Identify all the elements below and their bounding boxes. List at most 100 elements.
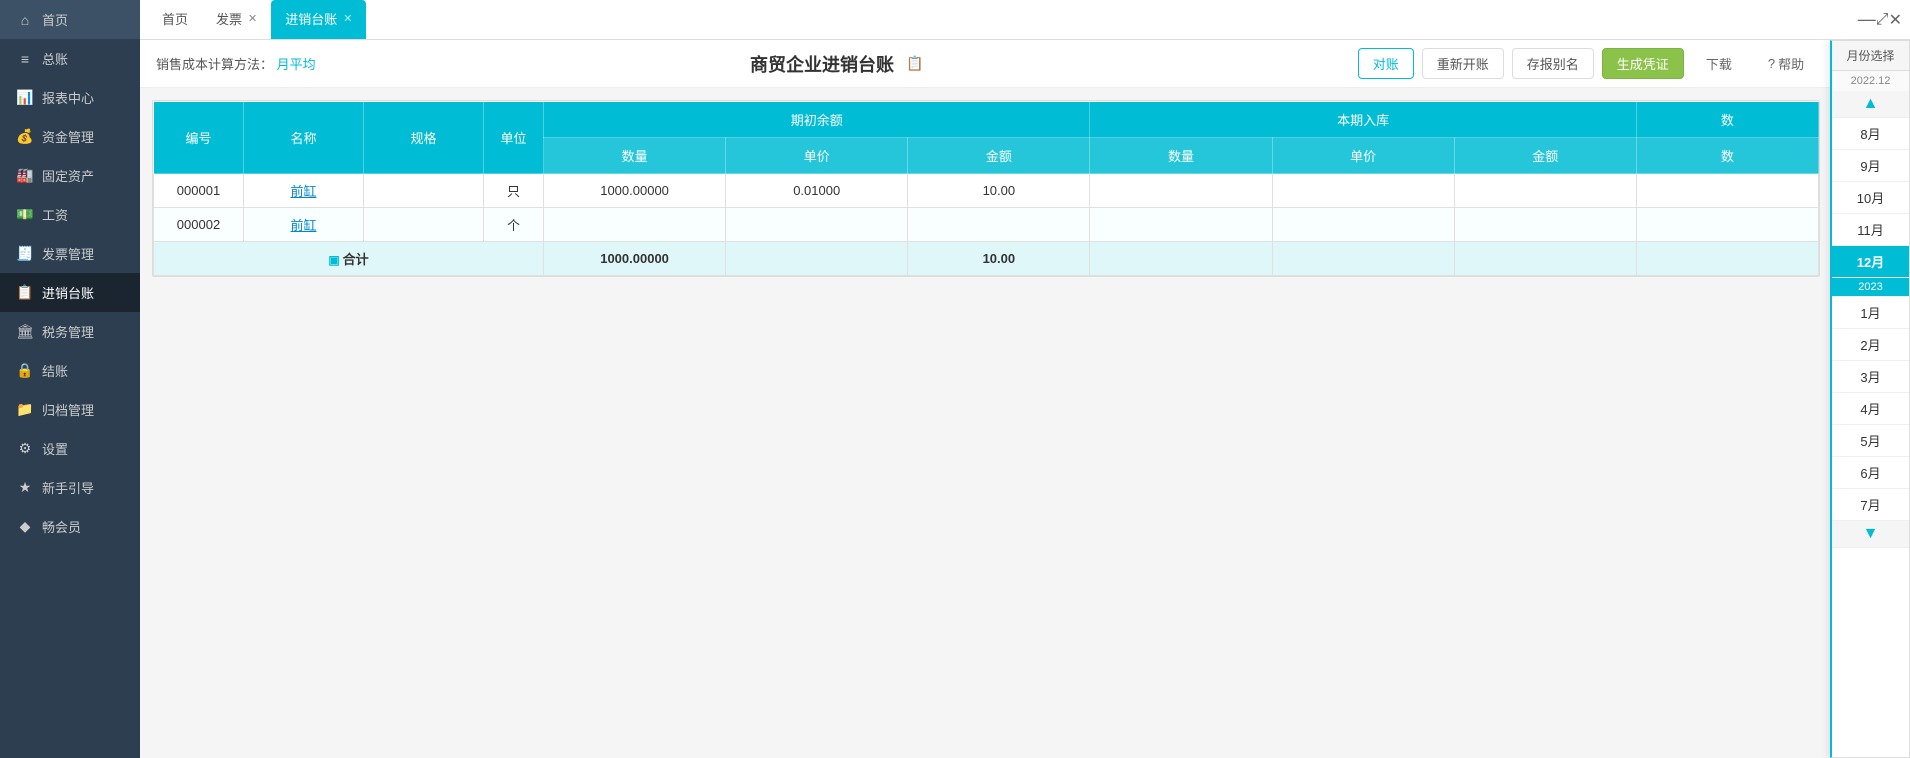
- cell-opening-price: [726, 208, 908, 242]
- download-button[interactable]: 下载: [1692, 49, 1746, 78]
- month-item-8[interactable]: 8月: [1832, 118, 1909, 150]
- sidebar-item-archive[interactable]: 📁 归档管理: [0, 390, 140, 429]
- sidebar-item-label: 归档管理: [42, 400, 94, 419]
- month-item-11[interactable]: 11月: [1832, 214, 1909, 246]
- page-header: 销售成本计算方法： 月平均 商贸企业进销台账 📋 对账 重新开账 存报别名 生成…: [140, 40, 1910, 88]
- month-item-2023-3[interactable]: 3月: [1832, 361, 1909, 393]
- sidebar-item-label: 资金管理: [42, 127, 94, 146]
- tab-invoice-close[interactable]: ✕: [248, 12, 257, 25]
- sidebar-item-assets[interactable]: 🏭 固定资产: [0, 156, 140, 195]
- month-item-2023-1[interactable]: 1月: [1832, 297, 1909, 329]
- content-area: 销售成本计算方法： 月平均 商贸企业进销台账 📋 对账 重新开账 存报别名 生成…: [140, 40, 1910, 758]
- sidebar-item-label: 报表中心: [42, 88, 94, 107]
- scroll-down-button[interactable]: ▼: [1832, 521, 1909, 548]
- col-unit: 单位: [484, 102, 544, 174]
- cost-method-value: 月平均: [277, 57, 316, 72]
- total-icon: ▣: [328, 253, 339, 267]
- sidebar-item-label: 总账: [42, 49, 68, 68]
- cell-unit: 只: [484, 174, 544, 208]
- tab-home[interactable]: 首页: [148, 0, 202, 39]
- minimize-button[interactable]: —: [1858, 9, 1876, 30]
- reopen-button[interactable]: 重新开账: [1422, 48, 1504, 79]
- col-name: 名称: [244, 102, 364, 174]
- sidebar-item-label: 结账: [42, 361, 68, 380]
- table-row: 000001 前缸 只 1000.00000 0.01000 10.00: [154, 174, 1819, 208]
- toolbar-buttons: 对账 重新开账 存报别名 生成凭证 下载 ? 帮助 ↻ 刷新: [1358, 48, 1894, 79]
- cell-name: 前缸: [244, 208, 364, 242]
- sidebar-item-ledger[interactable]: ≡ 总账: [0, 39, 140, 78]
- sidebar-item-salary[interactable]: 💵 工资: [0, 195, 140, 234]
- month-item-10[interactable]: 10月: [1832, 182, 1909, 214]
- maximize-button[interactable]: ⤢: [1876, 11, 1889, 29]
- cell-spec: [364, 174, 484, 208]
- sidebar-item-member[interactable]: ◆ 畅会员: [0, 507, 140, 546]
- cell-in-price: [1272, 174, 1454, 208]
- tab-purchase-sales-close[interactable]: ✕: [343, 12, 352, 25]
- cell-opening-amount: 10.00: [908, 174, 1090, 208]
- total-extra: [1636, 242, 1818, 276]
- sidebar-item-label: 新手引导: [42, 478, 94, 497]
- col-period-purchase: 本期入库: [1090, 102, 1636, 138]
- cell-name: 前缸: [244, 174, 364, 208]
- save-as-button[interactable]: 存报别名: [1512, 48, 1594, 79]
- sidebar-item-funds[interactable]: 💰 资金管理: [0, 117, 140, 156]
- reconcile-button[interactable]: 对账: [1358, 48, 1414, 79]
- year-2023-marker: 2023: [1832, 278, 1909, 297]
- tab-bar: 首页 发票 ✕ 进销台账 ✕ — ⤢ ✕: [140, 0, 1910, 40]
- total-opening-price: [726, 242, 908, 276]
- sidebar-item-guide[interactable]: ★ 新手引导: [0, 468, 140, 507]
- close-window-button[interactable]: ✕: [1889, 10, 1902, 30]
- sidebar-item-invoice-mgmt[interactable]: 🧾 发票管理: [0, 234, 140, 273]
- page-title: 商贸企业进销台账: [750, 51, 894, 77]
- col-id: 编号: [154, 102, 244, 174]
- cell-unit: 个: [484, 208, 544, 242]
- month-item-2023-7[interactable]: 7月: [1832, 489, 1909, 521]
- col-opening-amount: 金额: [908, 138, 1090, 174]
- tab-invoice[interactable]: 发票 ✕: [202, 0, 271, 39]
- month-item-2023-2[interactable]: 2月: [1832, 329, 1909, 361]
- sidebar-item-label: 税务管理: [42, 322, 94, 341]
- total-opening-amount: 10.00: [908, 242, 1090, 276]
- total-opening-qty: 1000.00000: [544, 242, 726, 276]
- member-icon: ◆: [16, 518, 34, 535]
- month-item-9[interactable]: 9月: [1832, 150, 1909, 182]
- sidebar-item-home[interactable]: ⌂ 首页: [0, 0, 140, 39]
- month-panel: 月份选择 2022.12 ▲ 8月 9月 10月 11月 12月 2023 1月…: [1830, 40, 1910, 758]
- month-panel-header: 月份选择: [1832, 41, 1909, 71]
- col-in-qty: 数量: [1090, 138, 1272, 174]
- col-extra: 数: [1636, 102, 1818, 138]
- sidebar-item-label: 固定资产: [42, 166, 94, 185]
- scroll-up-button[interactable]: ▲: [1832, 91, 1909, 118]
- month-item-2023-4[interactable]: 4月: [1832, 393, 1909, 425]
- generate-button[interactable]: 生成凭证: [1602, 48, 1684, 79]
- cell-extra: [1636, 174, 1818, 208]
- tab-purchase-sales[interactable]: 进销台账 ✕: [271, 0, 366, 39]
- assets-icon: 🏭: [16, 167, 34, 184]
- month-item-12[interactable]: 12月: [1832, 246, 1909, 278]
- guide-icon: ★: [16, 479, 34, 496]
- data-table: 编号 名称 规格 单位 期初余额 本期入库 数 数量 单价 金额 数量 单价: [153, 101, 1819, 276]
- sidebar-item-label: 工资: [42, 205, 68, 224]
- sidebar-item-tax[interactable]: 🏛 税务管理: [0, 312, 140, 351]
- sidebar-item-closing[interactable]: 🔒 结账: [0, 351, 140, 390]
- cost-method-label: 销售成本计算方法：: [156, 57, 273, 72]
- sidebar-item-purchase-sales[interactable]: 📋 进销台账: [0, 273, 140, 312]
- sidebar-item-settings[interactable]: ⚙ 设置: [0, 429, 140, 468]
- cell-spec: [364, 208, 484, 242]
- salary-icon: 💵: [16, 206, 34, 223]
- settings-icon: ⚙: [16, 440, 34, 457]
- cell-opening-amount: [908, 208, 1090, 242]
- help-icon: ?: [1768, 56, 1775, 71]
- ledger-icon: ≡: [16, 51, 34, 67]
- month-item-2023-6[interactable]: 6月: [1832, 457, 1909, 489]
- cell-id: 000002: [154, 208, 244, 242]
- cell-in-amount: [1454, 208, 1636, 242]
- month-panel-current-year: 2022.12: [1832, 71, 1909, 91]
- help-button[interactable]: ? 帮助: [1754, 49, 1818, 78]
- sidebar-item-label: 进销台账: [42, 283, 94, 302]
- month-item-2023-5[interactable]: 5月: [1832, 425, 1909, 457]
- total-label: ▣合计: [154, 242, 544, 276]
- col-sub-extra: 数: [1636, 138, 1818, 174]
- cell-opening-price: 0.01000: [726, 174, 908, 208]
- sidebar-item-reports[interactable]: 📊 报表中心: [0, 78, 140, 117]
